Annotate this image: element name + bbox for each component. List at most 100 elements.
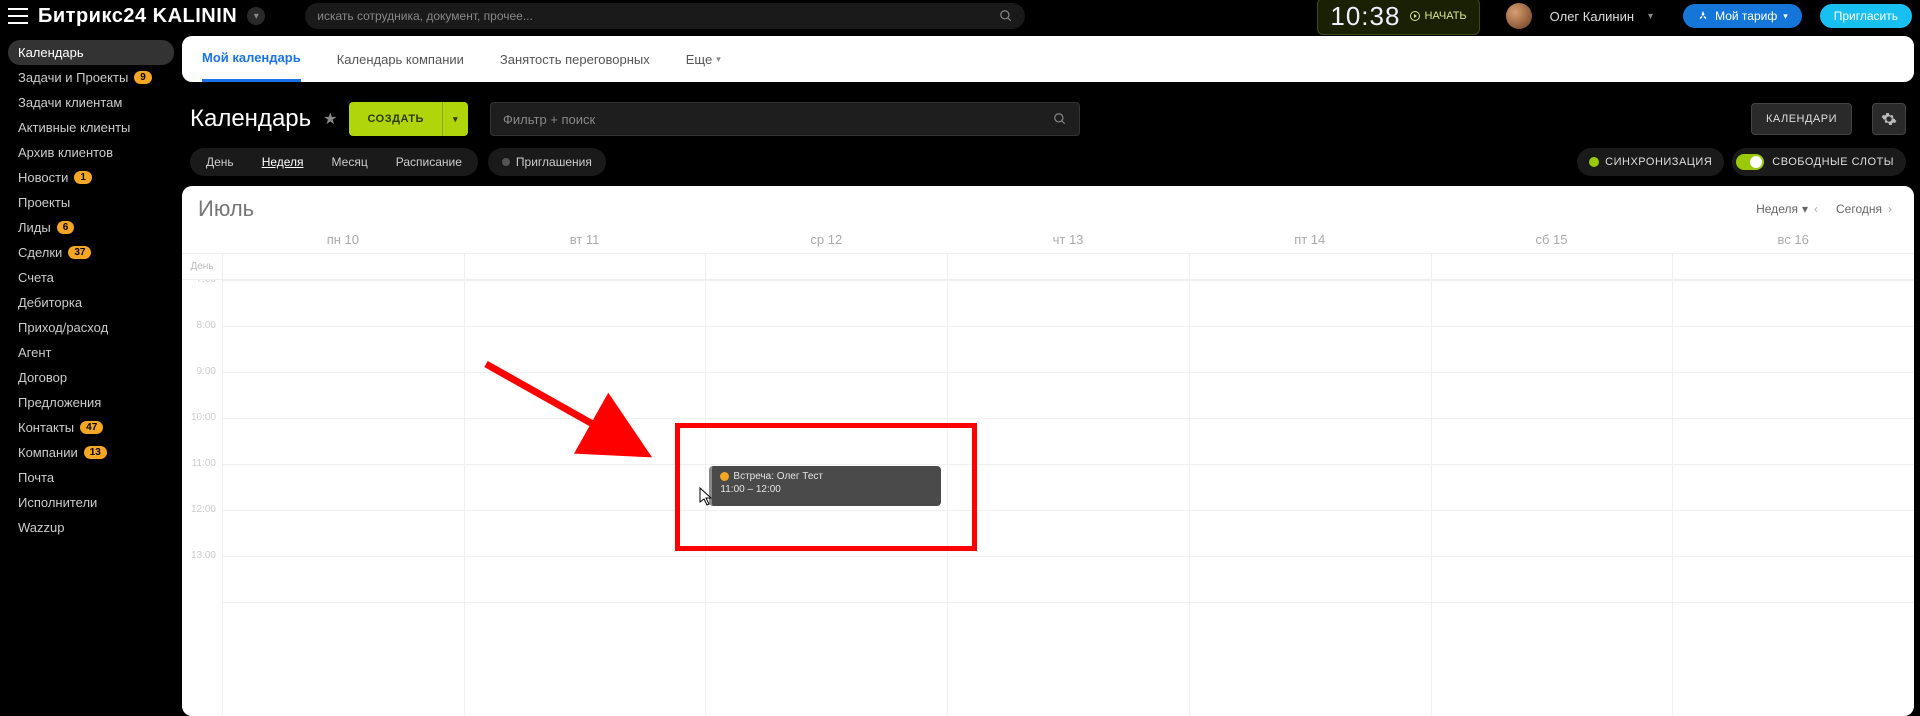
event-time: 11:00 – 12:00 bbox=[720, 483, 933, 496]
search-icon bbox=[1053, 112, 1067, 126]
next-week-button[interactable]: › bbox=[1882, 202, 1898, 216]
global-search-input[interactable]: искать сотрудника, документ, прочее... bbox=[305, 3, 1025, 29]
sidebar-badge: 1 bbox=[74, 171, 92, 184]
time-label-5: 12:00 bbox=[182, 504, 222, 550]
sidebar-item-1[interactable]: Задачи и Проекты9 bbox=[0, 65, 182, 90]
day-header-5: сб 15 bbox=[1431, 226, 1673, 253]
brand-chevron-icon[interactable]: ▾ bbox=[247, 7, 265, 25]
create-dropdown-icon[interactable]: ▾ bbox=[443, 114, 468, 125]
gear-icon bbox=[1881, 111, 1897, 127]
brand-title: Битрикс24 KALININ bbox=[38, 5, 237, 28]
favorite-star-icon[interactable]: ★ bbox=[323, 109, 337, 129]
sidebar-item-6[interactable]: Проекты bbox=[0, 190, 182, 215]
sidebar-item-9[interactable]: Счета bbox=[0, 265, 182, 290]
sidebar-item-4[interactable]: Архив клиентов bbox=[0, 140, 182, 165]
sidebar-item-label: Агент bbox=[18, 345, 52, 360]
sidebar-item-2[interactable]: Задачи клиентам bbox=[0, 90, 182, 115]
sidebar-badge: 6 bbox=[57, 221, 75, 234]
sidebar-item-label: Почта bbox=[18, 470, 54, 485]
tab-1[interactable]: Календарь компании bbox=[337, 36, 464, 82]
invites-dot-icon bbox=[502, 158, 510, 166]
sidebar-badge: 47 bbox=[80, 421, 103, 434]
invites-pill[interactable]: Приглашения bbox=[488, 148, 606, 176]
sidebar-item-17[interactable]: Почта bbox=[0, 465, 182, 490]
view-mode-2[interactable]: Месяц bbox=[318, 150, 382, 174]
chevron-down-icon: ▾ bbox=[716, 54, 721, 65]
sidebar-item-label: Приход/расход bbox=[18, 320, 108, 335]
sidebar-item-label: Договор bbox=[18, 370, 67, 385]
sidebar-item-label: Wazzup bbox=[18, 520, 64, 535]
filter-search-input[interactable]: Фильтр + поиск bbox=[490, 102, 1080, 136]
chevron-down-icon: ▾ bbox=[1783, 11, 1788, 22]
sidebar-item-14[interactable]: Предложения bbox=[0, 390, 182, 415]
sync-status-icon bbox=[1589, 157, 1599, 167]
sidebar-item-18[interactable]: Исполнители bbox=[0, 490, 182, 515]
event-title: Встреча: Олег Тест bbox=[733, 470, 823, 483]
time-label-0: 7:00 bbox=[182, 280, 222, 320]
view-mode-switcher: ДеньНеделяМесяцРасписание bbox=[190, 148, 478, 176]
sidebar-item-7[interactable]: Лиды6 bbox=[0, 215, 182, 240]
day-col-6[interactable] bbox=[1672, 280, 1914, 716]
time-label-2: 9:00 bbox=[182, 366, 222, 412]
tab-3[interactable]: Еще▾ bbox=[686, 36, 721, 82]
sidebar-item-label: Исполнители bbox=[18, 495, 97, 510]
cursor-icon bbox=[699, 487, 713, 507]
clock-widget[interactable]: 10:38 НАЧАТЬ bbox=[1317, 0, 1479, 35]
calendars-button[interactable]: КАЛЕНДАРИ bbox=[1751, 103, 1852, 135]
view-mode-3[interactable]: Расписание bbox=[382, 150, 476, 174]
invite-button[interactable]: Пригласить bbox=[1820, 4, 1912, 28]
day-col-0[interactable] bbox=[222, 280, 464, 716]
time-label-6: 13:00 bbox=[182, 550, 222, 596]
avatar[interactable] bbox=[1506, 3, 1532, 29]
sidebar-badge: 13 bbox=[84, 446, 107, 459]
time-label-1: 8:00 bbox=[182, 320, 222, 366]
search-icon bbox=[999, 9, 1013, 23]
time-label-3: 10:00 bbox=[182, 412, 222, 458]
calendar-event[interactable]: Встреча: Олег Тест11:00 – 12:00 bbox=[709, 466, 941, 506]
sidebar-item-10[interactable]: Дебиторка bbox=[0, 290, 182, 315]
view-mode-0[interactable]: День bbox=[192, 150, 248, 174]
global-search-placeholder: искать сотрудника, документ, прочее... bbox=[317, 9, 533, 23]
sidebar-item-0[interactable]: Календарь bbox=[8, 40, 174, 65]
sidebar-item-label: Дебиторка bbox=[18, 295, 82, 310]
settings-button[interactable] bbox=[1872, 103, 1906, 135]
create-button[interactable]: СОЗДАТЬ ▾ bbox=[349, 102, 468, 136]
username[interactable]: Олег Калинин bbox=[1550, 9, 1634, 24]
day-col-3[interactable] bbox=[947, 280, 1189, 716]
sidebar-item-label: Счета bbox=[18, 270, 54, 285]
clock-start-button[interactable]: НАЧАТЬ bbox=[1410, 10, 1466, 22]
sidebar-item-15[interactable]: Контакты 47 bbox=[0, 415, 182, 440]
day-col-1[interactable] bbox=[464, 280, 706, 716]
view-range-dropdown[interactable]: Неделя ▾ bbox=[1756, 202, 1808, 216]
sidebar-badge: 37 bbox=[68, 246, 91, 259]
sidebar-item-12[interactable]: Агент bbox=[0, 340, 182, 365]
day-col-4[interactable] bbox=[1189, 280, 1431, 716]
tab-2[interactable]: Занятость переговорных bbox=[500, 36, 650, 82]
day-header-0: пн 10 bbox=[222, 226, 464, 253]
view-mode-1[interactable]: Неделя bbox=[248, 150, 318, 174]
sidebar-item-8[interactable]: Сделки 37 bbox=[0, 240, 182, 265]
allday-label: День bbox=[182, 254, 222, 279]
day-col-5[interactable] bbox=[1431, 280, 1673, 716]
sync-button[interactable]: СИНХРОНИЗАЦИЯ bbox=[1577, 148, 1724, 176]
sidebar-item-19[interactable]: Wazzup bbox=[0, 515, 182, 540]
sidebar-item-11[interactable]: Приход/расход bbox=[0, 315, 182, 340]
menu-toggle[interactable] bbox=[8, 8, 28, 24]
time-label-4: 11:00 bbox=[182, 458, 222, 504]
toggle-on-icon bbox=[1736, 154, 1764, 170]
free-slots-toggle[interactable]: СВОБОДНЫЕ СЛОТЫ bbox=[1732, 148, 1906, 176]
sidebar-item-label: Контакты bbox=[18, 420, 74, 435]
tab-0[interactable]: Мой календарь bbox=[202, 36, 301, 82]
sidebar-item-13[interactable]: Договор bbox=[0, 365, 182, 390]
today-button[interactable]: Сегодня bbox=[1836, 202, 1882, 216]
user-chevron-icon[interactable]: ▾ bbox=[1648, 11, 1653, 22]
prev-week-button[interactable]: ‹ bbox=[1808, 202, 1824, 216]
tariff-button[interactable]: Мой тариф ▾ bbox=[1683, 4, 1802, 28]
sidebar-item-5[interactable]: Новости1 bbox=[0, 165, 182, 190]
sidebar-badge: 9 bbox=[134, 71, 152, 84]
sidebar-item-label: Задачи клиентам bbox=[18, 95, 122, 110]
sidebar-item-3[interactable]: Активные клиенты bbox=[0, 115, 182, 140]
sidebar-item-label: Активные клиенты bbox=[18, 120, 130, 135]
sidebar-item-16[interactable]: Компании13 bbox=[0, 440, 182, 465]
sidebar-item-label: Сделки bbox=[18, 245, 62, 260]
